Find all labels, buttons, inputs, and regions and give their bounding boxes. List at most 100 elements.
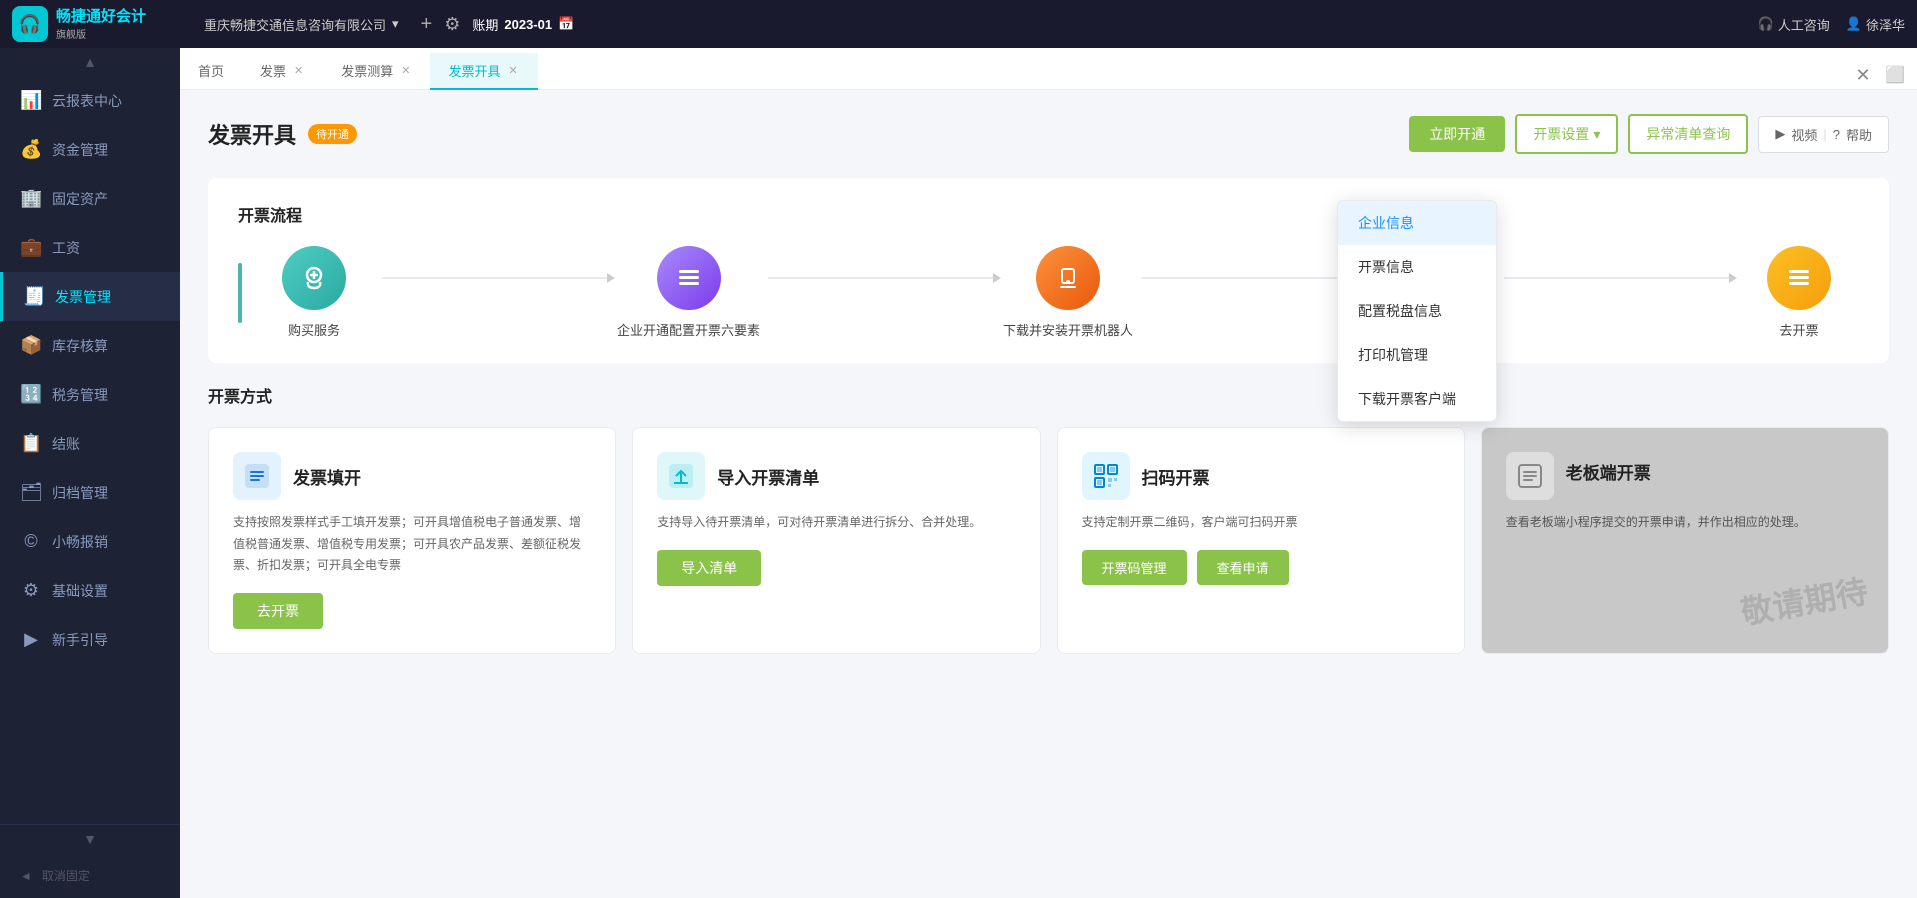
play-icon: ▶ [1775,126,1785,142]
setting-arrow-icon: ▾ [1593,126,1600,143]
sidebar-label-settle: 结账 [52,434,80,454]
step-config-label: 企业开通配置开票六要素 [617,320,760,339]
flow-step-config: 企业开通配置开票六要素 [617,246,760,339]
sidebar-label-inventory: 库存核算 [52,336,108,356]
method-card-import: 导入开票清单 支持导入待开票清单，可对待开票清单进行拆分、合并处理。 导入清单 [632,427,1040,654]
method-section: 开票方式 发票填开 支持按照发票样式手工填开发票；可开具增值税电子普通发票、增值… [208,383,1889,654]
header-actions: 立即开通 开票设置 ▾ 异常清单查询 ▶ 视频 | ? 帮助 [1409,114,1889,154]
sidebar-scroll-up[interactable]: ▲ [0,48,180,76]
top-actions: 🎧 人工咨询 👤 徐泽华 [1758,15,1905,34]
sidebar-label-expense: 小畅报销 [52,532,108,552]
method-scan-icon [1082,452,1130,500]
settle-icon: 📋 [20,433,42,454]
app-title: 畅捷通好会计 [56,8,146,26]
qr-manage-btn[interactable]: 开票码管理 [1082,550,1187,585]
invoice-setting-btn[interactable]: 开票设置 ▾ [1515,114,1618,154]
tab-bar: 首页 发票 ✕ 发票测算 ✕ 发票开具 ✕ ✕ ⬜ [180,48,1917,90]
method-manual-icon [233,452,281,500]
go-invoice-btn[interactable]: 去开票 [233,593,323,629]
support-btn[interactable]: 🎧 人工咨询 [1758,15,1830,34]
tab-invoice-calc[interactable]: 发票测算 ✕ [323,53,430,90]
sidebar-label-reports: 云报表中心 [52,91,122,111]
headset-icon: 🎧 [1758,16,1774,32]
flow-section-title: 开票流程 [238,202,1859,226]
method-import-header: 导入开票清单 [657,452,1015,500]
inventory-icon: 📦 [20,335,42,356]
sidebar-item-reports[interactable]: 📊 云报表中心 [0,76,180,125]
sidebar-item-settings[interactable]: ⚙ 基础设置 [0,566,180,615]
printer-label: 打印机管理 [1358,347,1428,363]
tax-config-label: 配置税盘信息 [1358,303,1442,319]
method-import-icon [657,452,705,500]
sidebar: ▲ 📊 云报表中心 💰 资金管理 🏢 固定资产 💼 工资 🧾 发票管理 📦 库存… [0,48,180,898]
dropdown-item-company-info[interactable]: → 企业信息 [1338,201,1496,245]
sidebar-item-inventory[interactable]: 📦 库存核算 [0,321,180,370]
maximize-window-btn[interactable]: ⬜ [1881,61,1909,89]
method-manual-header: 发票填开 [233,452,591,500]
tab-invoice-open-label: 发票开具 [448,61,500,80]
view-apply-btn[interactable]: 查看申请 [1197,550,1289,585]
sidebar-item-expense[interactable]: © 小畅报销 [0,517,180,566]
method-card-manual: 发票填开 支持按照发票样式手工填开发票；可开具增值税电子普通发票、增值税普通发票… [208,427,616,654]
sidebar-bottom: ▼ ◄ 取消固定 [0,824,180,898]
flow-step-download: 下载并安装开票机器人 [1003,246,1133,339]
tab-home[interactable]: 首页 [180,53,242,90]
step-download-icon [1036,246,1100,310]
window-controls: ✕ ⬜ [1849,61,1917,89]
tab-invoice-open[interactable]: 发票开具 ✕ [430,53,537,90]
assets-icon: 🏢 [20,188,42,209]
company-selector[interactable]: 重庆畅捷交通信息咨询有限公司 ▾ [194,11,409,38]
tab-invoice-open-close[interactable]: ✕ [507,63,520,78]
content-area: 首页 发票 ✕ 发票测算 ✕ 发票开具 ✕ ✕ ⬜ 发票开具 [180,48,1917,898]
dropdown-item-invoice-info[interactable]: 开票信息 [1338,245,1496,289]
dropdown-item-download-client[interactable]: 下载开票客户端 [1338,377,1496,421]
abnormal-list-btn[interactable]: 异常清单查询 [1628,114,1748,154]
sidebar-item-settle[interactable]: 📋 结账 [0,419,180,468]
dropdown-item-printer[interactable]: 打印机管理 [1338,333,1496,377]
sidebar-item-payroll[interactable]: 💼 工资 [0,223,180,272]
flow-step-go: 去开票 [1739,246,1859,339]
sidebar-label-settings: 基础设置 [52,581,108,601]
tab-invoice-calc-close[interactable]: ✕ [399,63,412,78]
sidebar-label-guide: 新手引导 [52,630,108,650]
step-buy-label: 购买服务 [288,320,340,339]
add-company-btn[interactable]: + [421,13,433,36]
unpin-btn[interactable]: ◄ 取消固定 [0,853,180,898]
step-left-bar [238,263,242,323]
sidebar-item-invoice[interactable]: 🧾 发票管理 [0,272,180,321]
sidebar-scroll-down[interactable]: ▼ [0,825,180,853]
activate-btn[interactable]: 立即开通 [1409,116,1505,152]
gear-icon: ⚙ [444,14,460,35]
logo-area: 🎧 畅捷通好会计 旗舰版 [12,6,182,42]
sidebar-label-invoice: 发票管理 [55,287,111,307]
tab-invoice-close[interactable]: ✕ [292,63,305,78]
step-connector-4 [1504,277,1731,279]
settings-icon-btn[interactable]: ⚙ [444,14,460,35]
sidebar-label-assets: 固定资产 [52,189,108,209]
scroll-up-icon: ▲ [83,54,97,70]
tab-invoice[interactable]: 发票 ✕ [242,53,323,90]
add-icon: + [421,13,433,36]
step-connector-1 [382,277,609,279]
method-manual-title: 发票填开 [293,464,361,489]
user-profile-btn[interactable]: 👤 徐泽华 [1846,15,1905,34]
sidebar-item-tax[interactable]: 🔢 税务管理 [0,370,180,419]
methods-grid: 发票填开 支持按照发票样式手工填开发票；可开具增值税电子普通发票、增值税普通发票… [208,427,1889,654]
boss-card-content: 老板端开票 查看老板端小程序提交的开票申请，并作出相应的处理。 [1506,452,1864,534]
sidebar-item-assets[interactable]: 🏢 固定资产 [0,174,180,223]
guide-icon: ▶ [20,629,42,650]
close-window-btn[interactable]: ✕ [1849,61,1877,89]
import-list-btn[interactable]: 导入清单 [657,550,761,586]
video-help-btn[interactable]: ▶ 视频 | ? 帮助 [1758,116,1889,153]
overlay-text: 敬请期待 [1737,566,1871,634]
app-subtitle: 旗舰版 [56,26,146,41]
video-label: 视频 [1791,125,1817,144]
status-badge: 待开通 [308,124,357,144]
method-manual-desc: 支持按照发票样式手工填开发票；可开具增值税电子普通发票、增值税普通发票、增值税专… [233,512,591,577]
sidebar-item-finance[interactable]: 💰 资金管理 [0,125,180,174]
sidebar-item-archive[interactable]: 🗂 归档管理 [0,468,180,517]
flow-step-buy: 购买服务 [254,246,374,339]
period-selector[interactable]: 账期 2023-01 📅 [472,15,574,34]
dropdown-item-tax-config[interactable]: 配置税盘信息 [1338,289,1496,333]
sidebar-item-guide[interactable]: ▶ 新手引导 [0,615,180,664]
